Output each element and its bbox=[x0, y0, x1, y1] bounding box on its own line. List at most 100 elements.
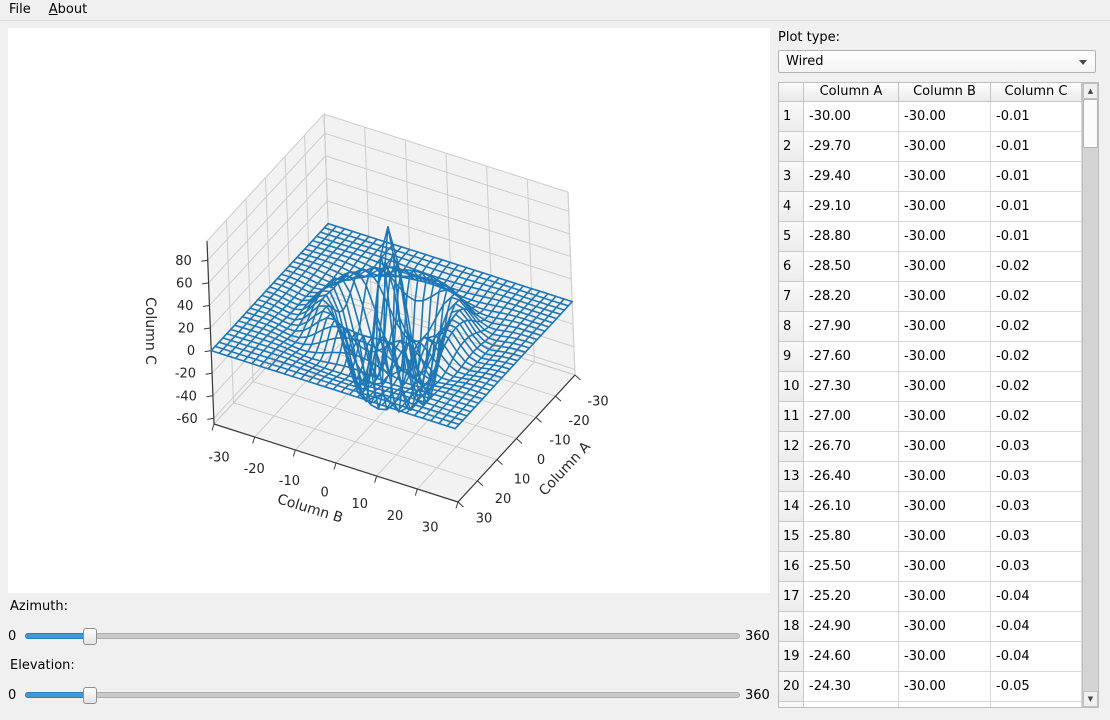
table-cell[interactable]: -29.70 bbox=[804, 132, 899, 162]
elevation-slider-track[interactable] bbox=[25, 692, 740, 698]
table-cell[interactable]: -30.00 bbox=[899, 672, 991, 702]
scrollbar-thumb[interactable] bbox=[1083, 99, 1098, 148]
table-cell[interactable]: -26.40 bbox=[804, 462, 899, 492]
table-cell[interactable]: -30.00 bbox=[899, 192, 991, 222]
plot-type-combobox[interactable]: Wired bbox=[778, 50, 1096, 73]
row-header[interactable]: 20 bbox=[779, 672, 804, 702]
row-header[interactable]: 12 bbox=[779, 432, 804, 462]
table-cell[interactable]: -26.70 bbox=[804, 432, 899, 462]
table-cell[interactable]: -27.30 bbox=[804, 372, 899, 402]
row-header[interactable]: 11 bbox=[779, 402, 804, 432]
table-cell[interactable]: -30.00 bbox=[899, 282, 991, 312]
table-cell[interactable]: -24.30 bbox=[804, 672, 899, 702]
table-cell[interactable]: -0.03 bbox=[991, 522, 1082, 552]
menu-file[interactable]: File bbox=[0, 0, 40, 20]
row-header[interactable]: 5 bbox=[779, 222, 804, 252]
svg-text:80: 80 bbox=[175, 254, 192, 269]
table-cell[interactable]: -0.02 bbox=[991, 342, 1082, 372]
table-cell[interactable] bbox=[991, 702, 1082, 708]
table-cell[interactable]: -30.00 bbox=[899, 432, 991, 462]
table-cell[interactable] bbox=[804, 702, 899, 708]
table-cell[interactable]: -30.00 bbox=[899, 462, 991, 492]
row-header[interactable]: 19 bbox=[779, 642, 804, 672]
plot-canvas[interactable]: -30-20-100102030-30-20-10010203080604020… bbox=[8, 28, 770, 593]
table-cell[interactable]: -0.04 bbox=[991, 642, 1082, 672]
table-cell[interactable]: -30.00 bbox=[899, 522, 991, 552]
column-c-header[interactable]: Column C bbox=[991, 83, 1082, 101]
table-cell[interactable]: -27.90 bbox=[804, 312, 899, 342]
table-cell[interactable]: -0.03 bbox=[991, 432, 1082, 462]
row-header[interactable] bbox=[779, 702, 804, 708]
table-cell[interactable]: -0.03 bbox=[991, 462, 1082, 492]
table-cell[interactable]: -0.02 bbox=[991, 402, 1082, 432]
row-header[interactable]: 6 bbox=[779, 252, 804, 282]
table-cell[interactable]: -26.10 bbox=[804, 492, 899, 522]
row-header[interactable]: 15 bbox=[779, 522, 804, 552]
menu-about[interactable]: About bbox=[40, 0, 96, 20]
table-cell[interactable]: -30.00 bbox=[899, 222, 991, 252]
table-cell[interactable]: -0.01 bbox=[991, 192, 1082, 222]
table-cell[interactable]: -28.20 bbox=[804, 282, 899, 312]
row-header[interactable]: 9 bbox=[779, 342, 804, 372]
table-cell[interactable]: -24.60 bbox=[804, 642, 899, 672]
row-header[interactable]: 10 bbox=[779, 372, 804, 402]
row-header[interactable]: 7 bbox=[779, 282, 804, 312]
table-cell[interactable]: -29.10 bbox=[804, 192, 899, 222]
table-cell[interactable]: -0.03 bbox=[991, 552, 1082, 582]
row-header[interactable]: 18 bbox=[779, 612, 804, 642]
scroll-down-icon[interactable]: ▼ bbox=[1083, 691, 1098, 707]
table-cell[interactable]: -25.50 bbox=[804, 552, 899, 582]
table-cell[interactable]: -24.90 bbox=[804, 612, 899, 642]
table-cell[interactable]: -0.02 bbox=[991, 252, 1082, 282]
table-cell[interactable]: -0.02 bbox=[991, 282, 1082, 312]
row-header[interactable]: 1 bbox=[779, 102, 804, 132]
row-header[interactable]: 8 bbox=[779, 312, 804, 342]
table-cell[interactable]: -0.04 bbox=[991, 582, 1082, 612]
table-cell[interactable] bbox=[899, 702, 991, 708]
table-cell[interactable]: -30.00 bbox=[899, 162, 991, 192]
row-header[interactable]: 14 bbox=[779, 492, 804, 522]
table-cell[interactable]: -0.01 bbox=[991, 222, 1082, 252]
table-cell[interactable]: -30.00 bbox=[804, 102, 899, 132]
table-cell[interactable]: -30.00 bbox=[899, 612, 991, 642]
row-header[interactable]: 3 bbox=[779, 162, 804, 192]
table-cell[interactable]: -0.02 bbox=[991, 312, 1082, 342]
table-cell[interactable]: -0.01 bbox=[991, 102, 1082, 132]
row-header[interactable]: 17 bbox=[779, 582, 804, 612]
column-a-header[interactable]: Column A bbox=[804, 83, 899, 101]
row-header[interactable]: 4 bbox=[779, 192, 804, 222]
row-header[interactable]: 16 bbox=[779, 552, 804, 582]
column-b-header[interactable]: Column B bbox=[899, 83, 991, 101]
table-cell[interactable]: -25.80 bbox=[804, 522, 899, 552]
table-cell[interactable]: -27.00 bbox=[804, 402, 899, 432]
table-cell[interactable]: -30.00 bbox=[899, 372, 991, 402]
table-cell[interactable]: -28.50 bbox=[804, 252, 899, 282]
table-cell[interactable]: -30.00 bbox=[899, 492, 991, 522]
table-cell[interactable]: -30.00 bbox=[899, 342, 991, 372]
table-cell[interactable]: -0.02 bbox=[991, 372, 1082, 402]
table-cell[interactable]: -30.00 bbox=[899, 312, 991, 342]
table-cell[interactable]: -0.03 bbox=[991, 492, 1082, 522]
elevation-slider-handle[interactable] bbox=[83, 687, 97, 704]
table-cell[interactable]: -30.00 bbox=[899, 252, 991, 282]
azimuth-slider-track[interactable] bbox=[25, 633, 740, 639]
table-cell[interactable]: -0.05 bbox=[991, 672, 1082, 702]
azimuth-slider-handle[interactable] bbox=[83, 628, 97, 645]
table-cell[interactable]: -25.20 bbox=[804, 582, 899, 612]
table-cell[interactable]: -0.04 bbox=[991, 612, 1082, 642]
table-cell[interactable]: -29.40 bbox=[804, 162, 899, 192]
row-header[interactable]: 13 bbox=[779, 462, 804, 492]
scroll-up-icon[interactable]: ▲ bbox=[1083, 83, 1098, 99]
table-cell[interactable]: -30.00 bbox=[899, 582, 991, 612]
table-cell[interactable]: -27.60 bbox=[804, 342, 899, 372]
table-cell[interactable]: -28.80 bbox=[804, 222, 899, 252]
table-cell[interactable]: -30.00 bbox=[899, 552, 991, 582]
row-header[interactable]: 2 bbox=[779, 132, 804, 162]
table-cell[interactable]: -30.00 bbox=[899, 102, 991, 132]
table-scrollbar[interactable]: ▲ ▼ bbox=[1082, 83, 1098, 707]
table-cell[interactable]: -0.01 bbox=[991, 162, 1082, 192]
table-cell[interactable]: -0.01 bbox=[991, 132, 1082, 162]
table-cell[interactable]: -30.00 bbox=[899, 642, 991, 672]
table-cell[interactable]: -30.00 bbox=[899, 402, 991, 432]
table-cell[interactable]: -30.00 bbox=[899, 132, 991, 162]
